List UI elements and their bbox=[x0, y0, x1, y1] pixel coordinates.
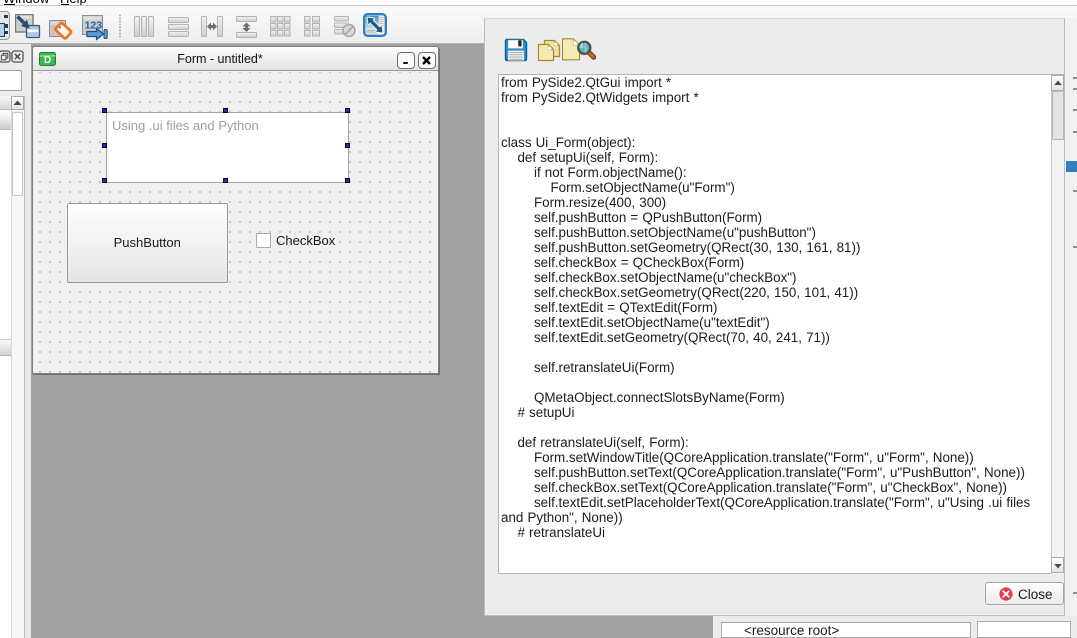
svg-text:123: 123 bbox=[85, 20, 103, 32]
